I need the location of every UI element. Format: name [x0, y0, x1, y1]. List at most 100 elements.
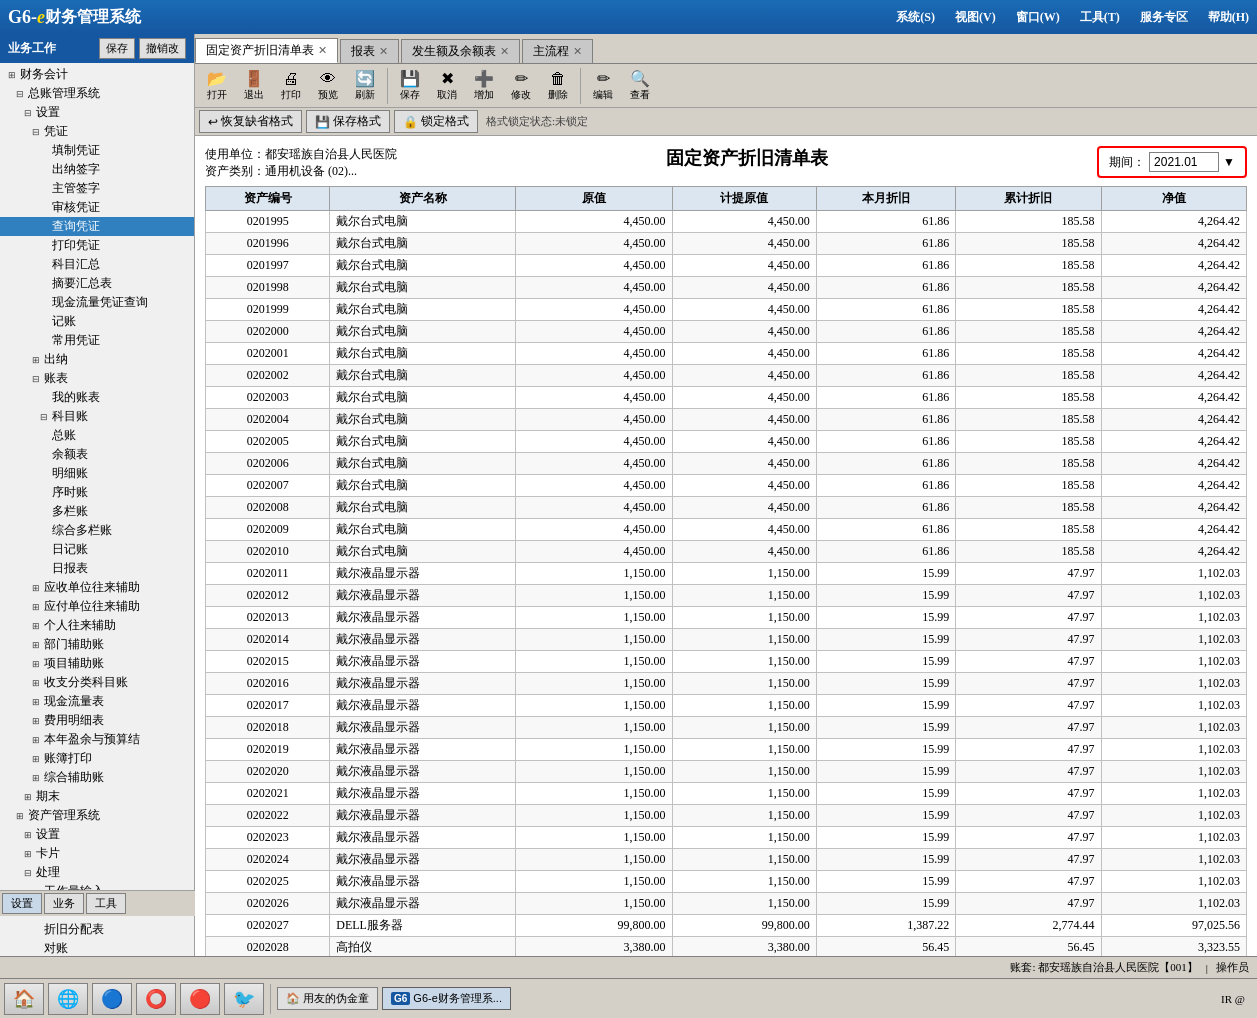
sidebar-item-14[interactable]: 常用凭证: [0, 331, 194, 350]
sidebar-item-0[interactable]: ⊞财务会计: [0, 65, 194, 84]
hide-sidebar-btn[interactable]: 撤销改: [139, 38, 186, 59]
expand-icon-32: ⊞: [32, 678, 42, 688]
sidebar-item-13[interactable]: 记账: [0, 312, 194, 331]
tab-report[interactable]: 报表 ✕: [340, 39, 399, 63]
taskbar-chrome-btn[interactable]: 🔵: [92, 983, 132, 1015]
sidebar-item-3[interactable]: ⊟凭证: [0, 122, 194, 141]
tab-report-close[interactable]: ✕: [379, 45, 388, 58]
btn-open[interactable]: 📂 打开: [199, 66, 235, 105]
sidebar-item-18[interactable]: ⊟科目账: [0, 407, 194, 426]
sidebar-item-20[interactable]: 余额表: [0, 445, 194, 464]
menu-help[interactable]: 帮助(H): [1208, 9, 1249, 26]
sidebar-item-40[interactable]: ⊞设置: [0, 825, 194, 844]
sidebar-item-17[interactable]: 我的账表: [0, 388, 194, 407]
cell-accumulated: 47.97: [956, 717, 1101, 739]
sidebar-item-1[interactable]: ⊟总账管理系统: [0, 84, 194, 103]
menu-system[interactable]: 系统(S): [896, 9, 935, 26]
taskbar-btn5[interactable]: 🐦: [224, 983, 264, 1015]
btn-view[interactable]: 🔍 查看: [622, 66, 658, 105]
sidebar-item-38[interactable]: ⊞期末: [0, 787, 194, 806]
sidebar-item-26[interactable]: 日报表: [0, 559, 194, 578]
sidebar-item-28[interactable]: ⊞应付单位往来辅助: [0, 597, 194, 616]
sidebar-item-10[interactable]: 科目汇总: [0, 255, 194, 274]
btn-cancel[interactable]: ✖ 取消: [429, 66, 465, 105]
taskbar-item-yonyou[interactable]: 🏠 用友的伪金童: [277, 987, 378, 1010]
sidebar-item-25[interactable]: 日记账: [0, 540, 194, 559]
sidebar-tab-tools[interactable]: 工具: [86, 893, 126, 914]
sidebar-item-30[interactable]: ⊞部门辅助账: [0, 635, 194, 654]
sidebar-item-2[interactable]: ⊟设置: [0, 103, 194, 122]
table-row: 0202021 戴尔液晶显示器 1,150.00 1,150.00 15.99 …: [206, 783, 1247, 805]
cell-original: 1,150.00: [515, 673, 672, 695]
sidebar-tab-settings[interactable]: 设置: [2, 893, 42, 914]
period-dropdown-icon[interactable]: ▼: [1223, 155, 1235, 170]
sidebar-item-39[interactable]: ⊞资产管理系统: [0, 806, 194, 825]
btn-modify[interactable]: ✏ 修改: [503, 66, 539, 105]
sidebar-item-12[interactable]: 现金流量凭证查询: [0, 293, 194, 312]
btn-print[interactable]: 🖨 打印: [273, 67, 309, 105]
menu-service[interactable]: 服务专区: [1140, 9, 1188, 26]
sidebar-item-19[interactable]: 总账: [0, 426, 194, 445]
cell-net: 4,264.42: [1101, 211, 1246, 233]
sidebar-item-7[interactable]: 审核凭证: [0, 198, 194, 217]
sidebar-item-22[interactable]: 序时账: [0, 483, 194, 502]
sidebar-item-42[interactable]: ⊟处理: [0, 863, 194, 882]
tab-workflow[interactable]: 主流程 ✕: [522, 39, 593, 63]
sidebar-item-15[interactable]: ⊞出纳: [0, 350, 194, 369]
menu-tools[interactable]: 工具(T): [1080, 9, 1120, 26]
sidebar-item-11[interactable]: 摘要汇总表: [0, 274, 194, 293]
sidebar-item-24[interactable]: 综合多栏账: [0, 521, 194, 540]
taskbar-item-g6[interactable]: G6 G6-e财务管理系...: [382, 987, 511, 1010]
menu-window[interactable]: 窗口(W): [1016, 9, 1060, 26]
btn-open-label: 打开: [207, 88, 227, 102]
btn-save[interactable]: 💾 保存: [392, 66, 428, 105]
sidebar-item-21[interactable]: 明细账: [0, 464, 194, 483]
sidebar-item-27[interactable]: ⊞应收单位往来辅助: [0, 578, 194, 597]
tab-workflow-close[interactable]: ✕: [573, 45, 582, 58]
sidebar-item-37[interactable]: ⊞综合辅助账: [0, 768, 194, 787]
btn-add[interactable]: ➕ 增加: [466, 66, 502, 105]
sidebar-item-34[interactable]: ⊞费用明细表: [0, 711, 194, 730]
menu-view[interactable]: 视图(V): [955, 9, 996, 26]
btn-edit[interactable]: ✏ 编辑: [585, 66, 621, 105]
btn-delete[interactable]: 🗑 删除: [540, 67, 576, 105]
btn-restore-format[interactable]: ↩ 恢复缺省格式: [199, 110, 302, 133]
tab-transactions[interactable]: 发生额及余额表 ✕: [401, 39, 520, 63]
sidebar-item-23[interactable]: 多栏账: [0, 502, 194, 521]
cell-accumulated: 56.45: [956, 937, 1101, 957]
tab-depreciation[interactable]: 固定资产折旧清单表 ✕: [195, 38, 338, 63]
sidebar-item-33[interactable]: ⊞现金流量表: [0, 692, 194, 711]
sidebar-item-16[interactable]: ⊟账表: [0, 369, 194, 388]
tab-depreciation-close[interactable]: ✕: [318, 44, 327, 57]
cell-calculated: 4,450.00: [672, 409, 816, 431]
sidebar-item-46[interactable]: 对账: [0, 939, 194, 956]
sidebar-item-45[interactable]: 折旧分配表: [0, 920, 194, 939]
btn-exit[interactable]: 🚪 退出: [236, 66, 272, 105]
sidebar-item-8[interactable]: 查询凭证: [0, 217, 194, 236]
report-area[interactable]: 使用单位：都安瑶族自治县人民医院 资产类别：通用机设备 (02)... 固定资产…: [195, 136, 1257, 956]
sidebar-item-29[interactable]: ⊞个人往来辅助: [0, 616, 194, 635]
taskbar-btn3[interactable]: ⭕: [136, 983, 176, 1015]
period-input[interactable]: [1149, 152, 1219, 172]
cell-id: 0202025: [206, 871, 330, 893]
sidebar-item-41[interactable]: ⊞卡片: [0, 844, 194, 863]
btn-preview[interactable]: 👁 预览: [310, 67, 346, 105]
sidebar-item-36[interactable]: ⊞账簿打印: [0, 749, 194, 768]
taskbar-ie-btn[interactable]: 🌐: [48, 983, 88, 1015]
tree-label-37: 综合辅助账: [44, 769, 104, 786]
sidebar-item-32[interactable]: ⊞收支分类科目账: [0, 673, 194, 692]
sidebar-item-31[interactable]: ⊞项目辅助账: [0, 654, 194, 673]
taskbar-btn4[interactable]: 🔴: [180, 983, 220, 1015]
sidebar-item-35[interactable]: ⊞本年盈余与预算结: [0, 730, 194, 749]
btn-save-format[interactable]: 💾 保存格式: [306, 110, 390, 133]
btn-lock-format[interactable]: 🔒 锁定格式: [394, 110, 478, 133]
sidebar-item-9[interactable]: 打印凭证: [0, 236, 194, 255]
tab-transactions-close[interactable]: ✕: [500, 45, 509, 58]
sidebar-item-4[interactable]: 填制凭证: [0, 141, 194, 160]
sidebar-item-6[interactable]: 主管签字: [0, 179, 194, 198]
sidebar-item-5[interactable]: 出纳签字: [0, 160, 194, 179]
sidebar-tab-business[interactable]: 业务: [44, 893, 84, 914]
taskbar-start-btn[interactable]: 🏠: [4, 983, 44, 1015]
btn-refresh[interactable]: 🔄 刷新: [347, 66, 383, 105]
save-sidebar-btn[interactable]: 保存: [99, 38, 135, 59]
